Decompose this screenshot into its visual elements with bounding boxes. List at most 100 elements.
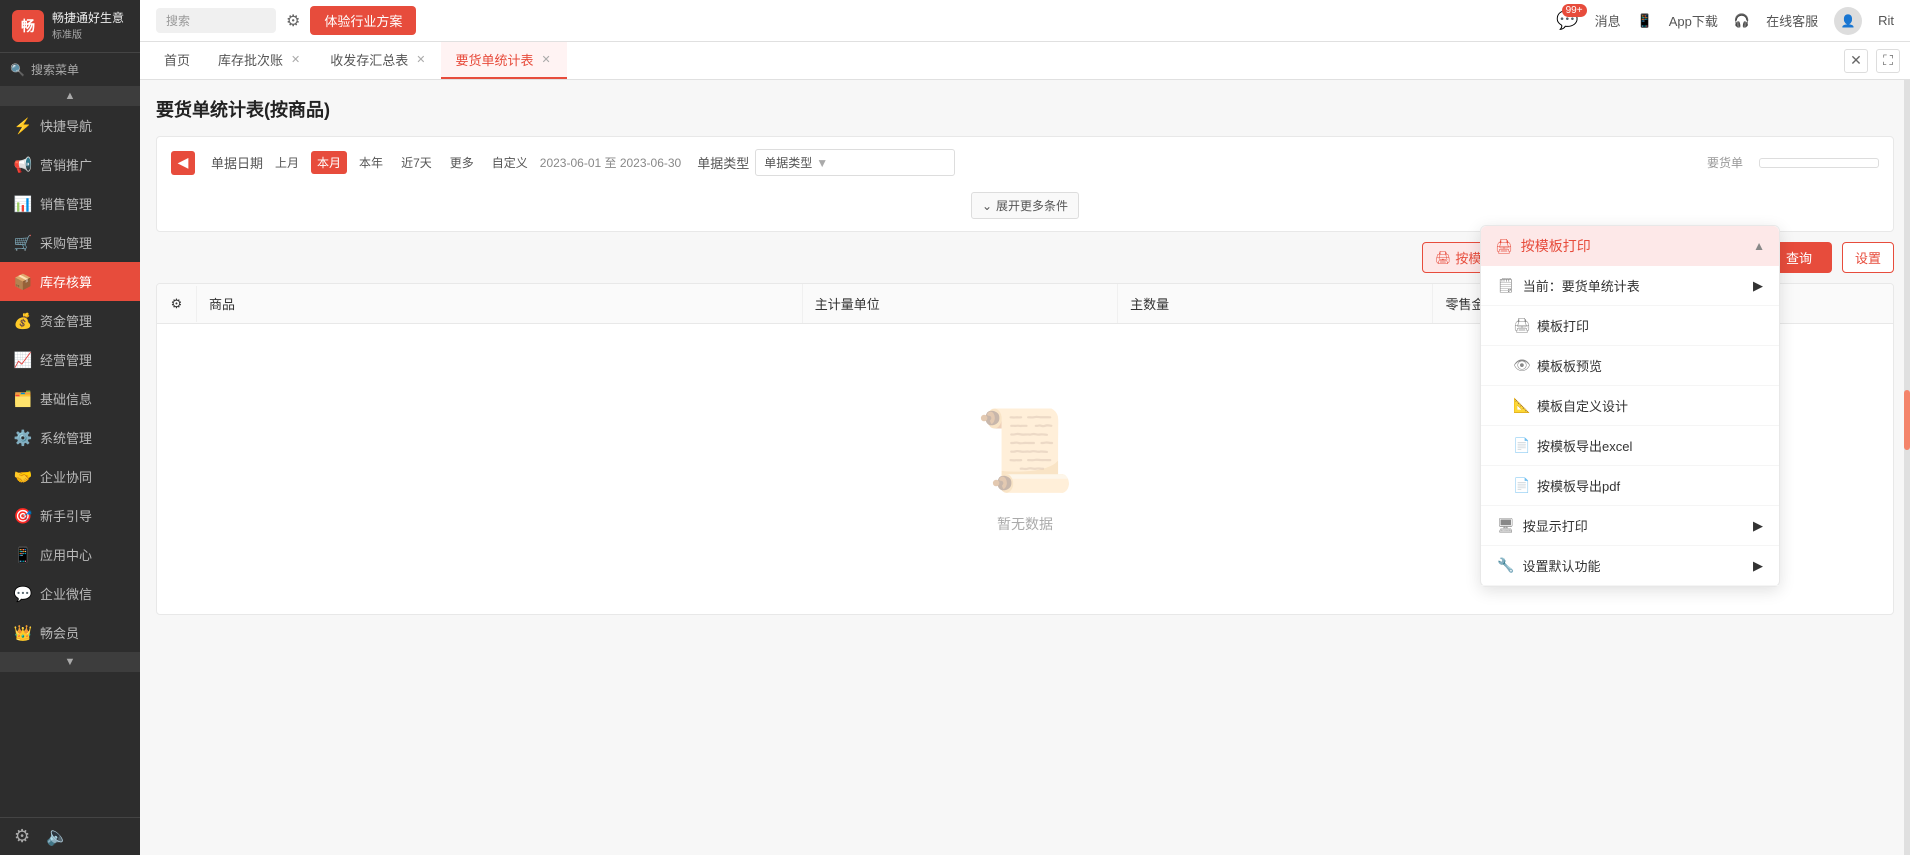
dropdown-display-print[interactable]: 🖥 按显示打印 ▶ [1481, 506, 1779, 546]
template-print-label: 模板打印 [1537, 316, 1589, 335]
finance-icon: 💰 [14, 312, 32, 330]
dropdown-item-export-excel[interactable]: 📄 按模板导出excel [1481, 426, 1779, 466]
tab-batch-account-label: 库存批次账 [218, 50, 283, 69]
footer-settings-icon[interactable]: ⚙ [14, 826, 30, 847]
tab-close-btn[interactable]: ✕ [1844, 49, 1868, 73]
sidebar-item-label: 应用中心 [40, 545, 92, 564]
appstore-icon: 📱 [14, 546, 32, 564]
date-filter-label: 单据日期 [211, 153, 263, 172]
export-pdf-label: 按模板导出pdf [1537, 476, 1620, 495]
app-download-label[interactable]: App下载 [1669, 11, 1718, 30]
collab-icon: 🤝 [14, 468, 32, 486]
footer-sound-icon[interactable]: 🔈 [46, 826, 68, 847]
sidebar-search[interactable]: 🔍 搜索菜单 [0, 53, 140, 86]
search-icon: 🔍 [10, 63, 25, 77]
sidebar-item-operation[interactable]: 📈 经营管理 [0, 340, 140, 379]
sidebar-item-guide[interactable]: 🎯 新手引导 [0, 496, 140, 535]
dropdown-default-settings-left: 🔧 设置默认功能 [1497, 556, 1600, 575]
sidebar-item-finance[interactable]: 💰 资金管理 [0, 301, 140, 340]
date-btn-7days[interactable]: 近7天 [395, 151, 438, 174]
logo-icon: 畅 [12, 10, 44, 42]
tab-receipt-summary-label: 收发存汇总表 [330, 50, 408, 69]
tab-expand-btn[interactable]: ⛶ [1876, 49, 1900, 73]
online-service-label[interactable]: 在线客服 [1766, 11, 1818, 30]
dropdown-item-template-design[interactable]: 📐 模板自定义设计 [1481, 386, 1779, 426]
logo-text: 畅捷通好生意 [52, 11, 124, 27]
date-range-text: 2023-06-01 至 2023-06-30 [540, 154, 681, 171]
sidebar-item-sales[interactable]: 📊 销售管理 [0, 184, 140, 223]
tab-home[interactable]: 首页 [150, 42, 204, 79]
tab-batch-account-close[interactable]: ✕ [289, 52, 302, 67]
expand-filter-btn[interactable]: ⌄ 展开更多条件 [971, 192, 1079, 219]
tab-receipt-summary-close[interactable]: ✕ [414, 52, 427, 67]
sidebar-item-appstore[interactable]: 📱 应用中心 [0, 535, 140, 574]
dropdown-default-settings[interactable]: 🔧 设置默认功能 ▶ [1481, 546, 1779, 586]
settings-button[interactable]: 设置 [1842, 242, 1894, 273]
topbar-settings-icon[interactable]: ⚙ [286, 11, 300, 31]
sidebar-item-purchase[interactable]: 🛒 采购管理 [0, 223, 140, 262]
topbar: 搜索 ⚙ 体验行业方案 💬 99+ 消息 📱 App下载 🎧 在线客服 👤 Ri… [140, 0, 1910, 42]
dropdown-item-template-preview[interactable]: 👁 模板板预览 [1481, 346, 1779, 386]
date-btn-more[interactable]: 更多 [444, 151, 480, 174]
sidebar-logo: 畅 畅捷通好生意 标准版 [0, 0, 140, 53]
tabs-bar: 首页 库存批次账 ✕ 收发存汇总表 ✕ 要货单统计表 ✕ ✕ ⛶ [140, 42, 1910, 80]
tab-order-stats-close[interactable]: ✕ [540, 52, 553, 67]
tab-batch-account[interactable]: 库存批次账 ✕ [204, 42, 316, 79]
trial-button[interactable]: 体验行业方案 [310, 6, 416, 35]
scrollbar-thumb[interactable] [1904, 390, 1910, 450]
quick-nav-icon: ⚡ [14, 117, 32, 135]
sidebar-scroll-up[interactable]: ▲ [0, 86, 140, 106]
print-dropdown: 🖨 按模板打印 ▲ 🗒 当前：要货单统计表 ▶ 🖨 模板打印 👁 模板板预览 [1480, 225, 1780, 587]
sidebar-item-marketing[interactable]: 📢 营销推广 [0, 145, 140, 184]
export-excel-icon: 📄 [1513, 437, 1529, 454]
sidebar-item-member[interactable]: 👑 畅会员 [0, 613, 140, 652]
type-filter-item: 单据类型 单据类型 ▼ [697, 149, 955, 176]
current-template-arrow: ▶ [1753, 278, 1763, 294]
dropdown-item-template-print[interactable]: 🖨 模板打印 [1481, 306, 1779, 346]
date-btn-year[interactable]: 本年 [353, 151, 389, 174]
system-icon: ⚙️ [14, 429, 32, 447]
sidebar-item-label: 经营管理 [40, 350, 92, 369]
sidebar-item-inventory[interactable]: 📦 库存核算 [0, 262, 140, 301]
sidebar-item-wechat[interactable]: 💬 企业微信 [0, 574, 140, 613]
dropdown-chevron-icon[interactable]: ▲ [1753, 239, 1765, 253]
date-btn-last[interactable]: 上月 [269, 151, 305, 174]
purchase-icon: 🛒 [14, 234, 32, 252]
sidebar-item-label: 基础信息 [40, 389, 92, 408]
export-pdf-icon: 📄 [1513, 477, 1529, 494]
th-settings[interactable]: ⚙ [157, 286, 197, 322]
sidebar-item-basic[interactable]: 🗂️ 基础信息 [0, 379, 140, 418]
sidebar-nav: ▲ ⚡ 快捷导航 📢 营销推广 📊 销售管理 🛒 采购管理 📦 库存核算 💰 资… [0, 86, 140, 817]
type-filter-label: 单据类型 [697, 153, 749, 172]
tab-receipt-summary[interactable]: 收发存汇总表 ✕ [316, 42, 441, 79]
sidebar-item-label: 企业协同 [40, 467, 92, 486]
filter-collapse-btn[interactable]: ◀ [171, 151, 195, 175]
sidebar-item-label: 企业微信 [40, 584, 92, 603]
sidebar: 畅 畅捷通好生意 标准版 🔍 搜索菜单 ▲ ⚡ 快捷导航 📢 营销推广 📊 销售… [0, 0, 140, 855]
type-filter-select[interactable]: 单据类型 ▼ [755, 149, 955, 176]
date-btn-custom[interactable]: 自定义 [486, 151, 534, 174]
wechat-icon: 💬 [14, 585, 32, 603]
th-quantity: 主数量 [1118, 284, 1433, 323]
sidebar-item-quick-nav[interactable]: ⚡ 快捷导航 [0, 106, 140, 145]
sidebar-item-collab[interactable]: 🤝 企业协同 [0, 457, 140, 496]
tab-order-stats[interactable]: 要货单统计表 ✕ [441, 42, 566, 79]
username-label[interactable]: Rit [1878, 13, 1894, 28]
template-preview-label: 模板板预览 [1537, 356, 1602, 375]
dropdown-item-export-pdf[interactable]: 📄 按模板导出pdf [1481, 466, 1779, 506]
operation-icon: 📈 [14, 351, 32, 369]
default-settings-arrow: ▶ [1753, 558, 1763, 574]
dropdown-current-template[interactable]: 🗒 当前：要货单统计表 ▶ [1481, 266, 1779, 306]
dropdown-section-left: 🗒 当前：要货单统计表 [1497, 276, 1640, 295]
yh-filter-input[interactable] [1759, 158, 1879, 168]
current-template-icon: 🗒 [1497, 277, 1515, 294]
sidebar-item-label: 营销推广 [40, 155, 92, 174]
sidebar-scroll-down[interactable]: ▼ [0, 652, 140, 672]
messages-button[interactable]: 💬 99+ [1556, 10, 1578, 31]
display-print-label: 按显示打印 [1523, 516, 1588, 535]
default-settings-icon: 🔧 [1497, 557, 1514, 574]
date-btn-current[interactable]: 本月 [311, 151, 347, 174]
scrollbar-right[interactable] [1904, 80, 1910, 855]
sidebar-item-system[interactable]: ⚙️ 系统管理 [0, 418, 140, 457]
date-filter-item: 单据日期 上月 本月 本年 近7天 更多 自定义 2023-06-01 至 20… [211, 151, 681, 174]
